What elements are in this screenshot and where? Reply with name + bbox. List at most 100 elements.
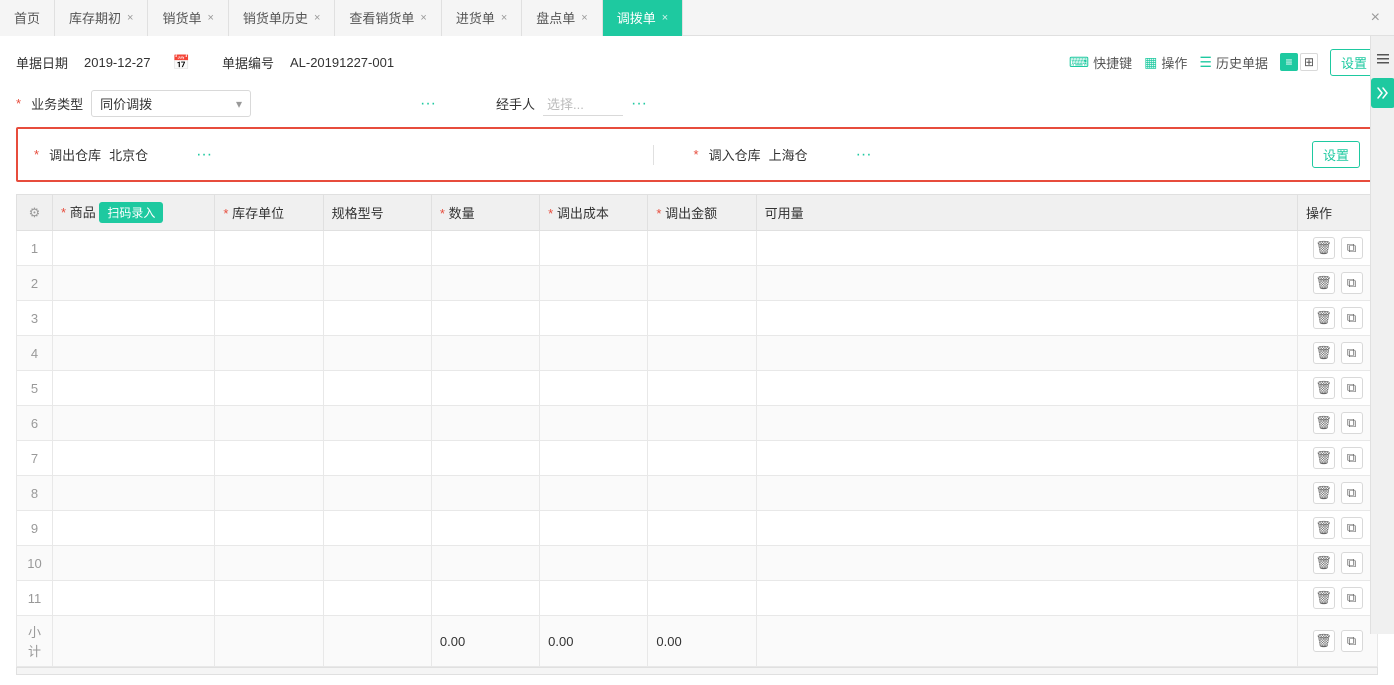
row-cost-5[interactable] — [540, 371, 648, 406]
tab-sales-order[interactable]: 销货单 × — [148, 0, 228, 36]
row-unit-5[interactable] — [215, 371, 323, 406]
copy-icon-5[interactable]: ⧉ — [1341, 377, 1363, 399]
row-qty-1[interactable] — [431, 231, 539, 266]
row-product-8[interactable] — [53, 476, 215, 511]
tab-initial-inventory-close[interactable]: × — [127, 12, 133, 24]
row-spec-1[interactable] — [323, 231, 431, 266]
row-available-8[interactable] — [756, 476, 1297, 511]
row-available-10[interactable] — [756, 546, 1297, 581]
row-qty-11[interactable] — [431, 581, 539, 616]
row-amount-2[interactable] — [648, 266, 756, 301]
row-product-2[interactable] — [53, 266, 215, 301]
business-more-btn[interactable]: ··· — [420, 95, 436, 113]
row-amount-1[interactable] — [648, 231, 756, 266]
list-view-icon[interactable]: ≡ — [1280, 53, 1298, 71]
row-amount-7[interactable] — [648, 441, 756, 476]
row-spec-10[interactable] — [323, 546, 431, 581]
row-cost-2[interactable] — [540, 266, 648, 301]
row-qty-5[interactable] — [431, 371, 539, 406]
copy-icon-2[interactable]: ⧉ — [1341, 272, 1363, 294]
row-qty-7[interactable] — [431, 441, 539, 476]
delete-icon-6[interactable]: 🗑 — [1313, 412, 1335, 434]
row-available-9[interactable] — [756, 511, 1297, 546]
calendar-icon[interactable]: 📅 — [173, 54, 190, 71]
row-amount-3[interactable] — [648, 301, 756, 336]
tab-transfer-order-close[interactable]: × — [662, 12, 668, 24]
row-available-7[interactable] — [756, 441, 1297, 476]
row-amount-11[interactable] — [648, 581, 756, 616]
history-action[interactable]: ☰ 历史单据 — [1199, 53, 1268, 72]
grid-view-icon[interactable]: ⊞ — [1300, 53, 1318, 71]
row-spec-2[interactable] — [323, 266, 431, 301]
row-available-11[interactable] — [756, 581, 1297, 616]
row-qty-10[interactable] — [431, 546, 539, 581]
row-amount-10[interactable] — [648, 546, 756, 581]
row-spec-3[interactable] — [323, 301, 431, 336]
copy-icon-1[interactable]: ⧉ — [1341, 237, 1363, 259]
row-qty-9[interactable] — [431, 511, 539, 546]
tab-sales-order-close[interactable]: × — [207, 12, 213, 24]
delete-icon-9[interactable]: 🗑 — [1313, 517, 1335, 539]
row-amount-8[interactable] — [648, 476, 756, 511]
row-cost-3[interactable] — [540, 301, 648, 336]
subtotal-copy-icon[interactable]: ⧉ — [1341, 630, 1363, 652]
row-product-11[interactable] — [53, 581, 215, 616]
scan-button[interactable]: 扫码录入 — [99, 202, 163, 223]
delete-icon-10[interactable]: 🗑 — [1313, 552, 1335, 574]
row-qty-4[interactable] — [431, 336, 539, 371]
th-settings[interactable]: ⚙ — [17, 195, 53, 231]
row-cost-8[interactable] — [540, 476, 648, 511]
delete-icon-11[interactable]: 🗑 — [1313, 587, 1335, 609]
row-product-7[interactable] — [53, 441, 215, 476]
row-amount-4[interactable] — [648, 336, 756, 371]
row-available-4[interactable] — [756, 336, 1297, 371]
row-cost-11[interactable] — [540, 581, 648, 616]
operation-action[interactable]: ▦ 操作 — [1144, 53, 1187, 72]
row-spec-7[interactable] — [323, 441, 431, 476]
row-unit-11[interactable] — [215, 581, 323, 616]
row-cost-9[interactable] — [540, 511, 648, 546]
row-available-1[interactable] — [756, 231, 1297, 266]
window-close-button[interactable]: × — [1357, 0, 1394, 36]
row-unit-3[interactable] — [215, 301, 323, 336]
delete-icon-2[interactable]: 🗑 — [1313, 272, 1335, 294]
row-cost-4[interactable] — [540, 336, 648, 371]
copy-icon-8[interactable]: ⧉ — [1341, 482, 1363, 504]
row-available-3[interactable] — [756, 301, 1297, 336]
tab-purchase-order[interactable]: 进货单 × — [442, 0, 522, 36]
row-available-5[interactable] — [756, 371, 1297, 406]
copy-icon-6[interactable]: ⧉ — [1341, 412, 1363, 434]
tab-sales-history-close[interactable]: × — [314, 12, 320, 24]
row-cost-1[interactable] — [540, 231, 648, 266]
row-product-3[interactable] — [53, 301, 215, 336]
row-qty-8[interactable] — [431, 476, 539, 511]
row-amount-9[interactable] — [648, 511, 756, 546]
row-cost-7[interactable] — [540, 441, 648, 476]
tab-home[interactable]: 首页 — [0, 0, 55, 36]
delete-icon-7[interactable]: 🗑 — [1313, 447, 1335, 469]
delete-icon-3[interactable]: 🗑 — [1313, 307, 1335, 329]
row-unit-1[interactable] — [215, 231, 323, 266]
row-product-1[interactable] — [53, 231, 215, 266]
copy-icon-10[interactable]: ⧉ — [1341, 552, 1363, 574]
tab-sales-history[interactable]: 销货单历史 × — [229, 0, 335, 36]
row-spec-4[interactable] — [323, 336, 431, 371]
row-unit-10[interactable] — [215, 546, 323, 581]
tab-transfer-order[interactable]: 调拨单 × — [603, 0, 683, 36]
row-qty-3[interactable] — [431, 301, 539, 336]
shortcut-action[interactable]: ⌨ 快捷键 — [1069, 53, 1132, 72]
row-unit-4[interactable] — [215, 336, 323, 371]
row-qty-2[interactable] — [431, 266, 539, 301]
copy-icon-4[interactable]: ⧉ — [1341, 342, 1363, 364]
person-more-btn[interactable]: ··· — [631, 95, 647, 113]
copy-icon-11[interactable]: ⧉ — [1341, 587, 1363, 609]
row-unit-9[interactable] — [215, 511, 323, 546]
row-unit-2[interactable] — [215, 266, 323, 301]
row-unit-6[interactable] — [215, 406, 323, 441]
tab-inventory-count-close[interactable]: × — [581, 12, 587, 24]
tab-view-sales-close[interactable]: × — [420, 12, 426, 24]
row-amount-5[interactable] — [648, 371, 756, 406]
delete-icon-4[interactable]: 🗑 — [1313, 342, 1335, 364]
subtotal-delete-icon[interactable]: 🗑 — [1313, 630, 1335, 652]
sidebar-list-icon[interactable] — [1372, 48, 1394, 70]
